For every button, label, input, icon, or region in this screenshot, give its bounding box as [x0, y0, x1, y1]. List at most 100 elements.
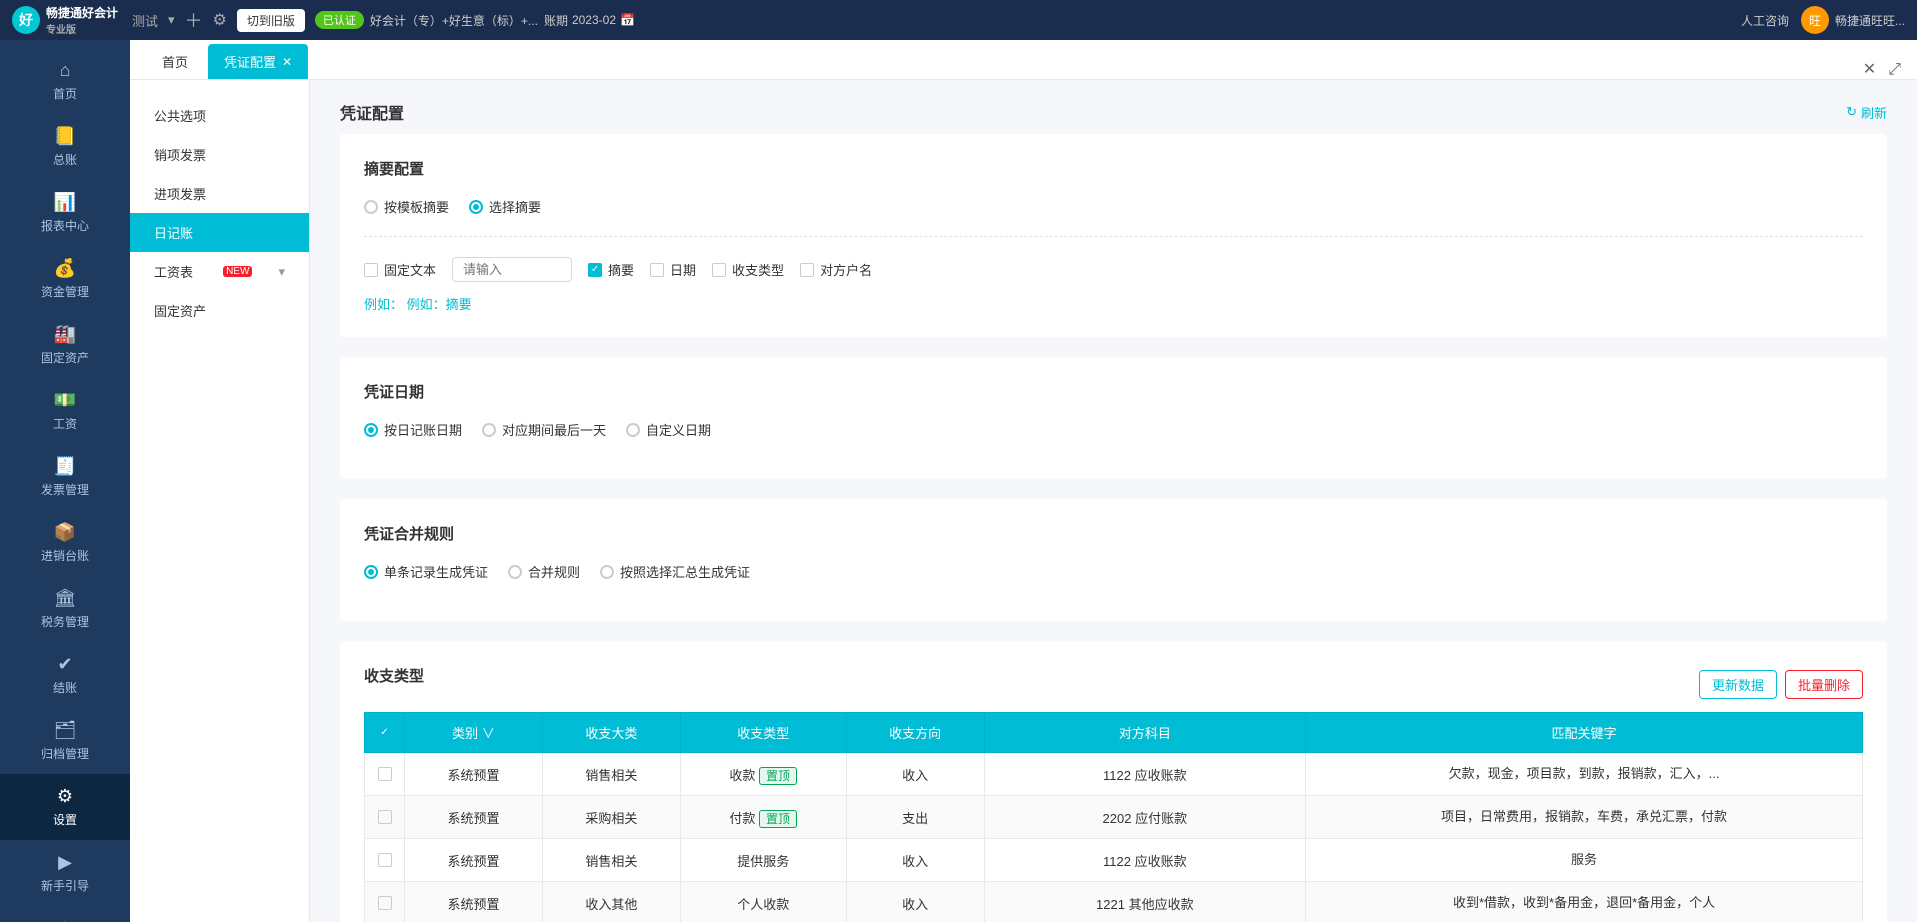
- sidebar-item-ledger[interactable]: 📒 总账: [0, 114, 130, 180]
- radio-journal-date[interactable]: 按日记账日期: [364, 420, 462, 439]
- example-text: 例如： 例如：摘要: [364, 294, 1863, 313]
- row-category: 系统预置: [405, 882, 543, 922]
- tab-close-icon[interactable]: ✕: [282, 55, 292, 69]
- left-nav-journal[interactable]: 日记账: [130, 213, 309, 252]
- add-icon[interactable]: ＋: [185, 7, 203, 33]
- consult-link[interactable]: 人工咨询: [1741, 12, 1789, 29]
- row-checkbox-cell[interactable]: [365, 753, 405, 796]
- row-checkbox[interactable]: [378, 853, 392, 867]
- checkbox-fixed-text[interactable]: 固定文本: [364, 260, 436, 279]
- row-income-type: 提供服务: [680, 839, 846, 882]
- radio-single-record[interactable]: 单条记录生成凭证: [364, 562, 488, 581]
- merge-section: 凭证合并规则 单条记录生成凭证 合并规则 按照选择汇总生成凭证: [340, 499, 1887, 621]
- table-row: 系统预置 收入其他 个人收款 收入 1221 其他应收款 收到*借款，收到*备用…: [365, 882, 1863, 922]
- income-section: 收支类型 更新数据 批量删除 ✓ 类别 ∨: [340, 641, 1887, 922]
- summary-radio-group: 按模板摘要 选择摘要: [364, 197, 1863, 216]
- sidebar-item-guide[interactable]: ▶ 新手引导: [0, 840, 130, 906]
- tab-voucher-config[interactable]: 凭证配置 ✕: [208, 44, 308, 79]
- left-nav-public[interactable]: 公共选项: [130, 96, 309, 135]
- left-nav-fixed-assets[interactable]: 固定资产: [130, 291, 309, 330]
- row-keywords-text: 项目，日常费用，报销款，车费，承兑汇票，付款: [1441, 806, 1727, 825]
- top-badge[interactable]: 置顶: [759, 767, 797, 785]
- th-major-type: 收支大类: [542, 713, 680, 753]
- batch-delete-button[interactable]: 批量删除: [1785, 670, 1863, 699]
- sidebar-item-assets[interactable]: 🏭 固定资产: [0, 312, 130, 378]
- checkbox-summary-box: ✓: [588, 263, 602, 277]
- row-major-type: 销售相关: [542, 839, 680, 882]
- sidebar-item-archive[interactable]: 🗂 归档管理: [0, 708, 130, 774]
- sidebar-item-invoice[interactable]: 🧾 发票管理: [0, 444, 130, 510]
- top-badge[interactable]: 置顶: [759, 810, 797, 828]
- radio-single-record-label: 单条记录生成凭证: [384, 562, 488, 581]
- window-expand-icon[interactable]: ⤢: [1888, 61, 1901, 79]
- left-nav-sale-invoice[interactable]: 销项发票: [130, 135, 309, 174]
- dropdown-arrow-icon[interactable]: ▾: [168, 12, 175, 28]
- sidebar-label-close: 结账: [53, 679, 77, 696]
- close-book-icon: ✔: [57, 654, 72, 675]
- checkbox-counterparty[interactable]: 对方户名: [800, 260, 872, 279]
- sidebar-label-fund: 资金管理: [41, 283, 89, 300]
- radio-merge-rule[interactable]: 合并规则: [508, 562, 580, 581]
- checkbox-date[interactable]: 日期: [650, 260, 696, 279]
- date-title: 凭证日期: [364, 381, 1863, 402]
- page-content: 公共选项 销项发票 进项发票 日记账 工资表 NEW ▾ 固定资产: [130, 80, 1917, 922]
- topbar-right: 人工咨询 旺 畅捷通旺旺...: [1741, 6, 1905, 34]
- left-nav-sale-invoice-label: 销项发票: [154, 145, 206, 164]
- sidebar-item-salary[interactable]: 💵 工资: [0, 378, 130, 444]
- sidebar-item-report[interactable]: 📊 报表中心: [0, 180, 130, 246]
- tab-home-label: 首页: [162, 52, 188, 71]
- row-checkbox[interactable]: [378, 767, 392, 781]
- gear-icon[interactable]: ⚙: [213, 10, 227, 30]
- radio-aggregate[interactable]: 按照选择汇总生成凭证: [600, 562, 750, 581]
- row-keywords: 收到*借款，收到*备用金，退回*备用金，个人: [1306, 882, 1863, 922]
- checkbox-type[interactable]: 收支类型: [712, 260, 784, 279]
- row-checkbox-cell[interactable]: [365, 882, 405, 922]
- tab-home[interactable]: 首页: [146, 44, 204, 79]
- row-checkbox[interactable]: [378, 810, 392, 824]
- window-close-icon[interactable]: ✕: [1863, 59, 1876, 79]
- fixed-text-input[interactable]: [452, 257, 572, 282]
- income-table: ✓ 类别 ∨ 收支大类 收支类型 收支方向 对方科目 匹配关键字: [364, 712, 1863, 922]
- left-nav-purchase-invoice-label: 进项发票: [154, 184, 206, 203]
- radio-custom-date[interactable]: 自定义日期: [626, 420, 711, 439]
- th-income-type: 收支类型: [680, 713, 846, 753]
- sidebar-item-close[interactable]: ✔ 结账: [0, 642, 130, 708]
- header-checkbox[interactable]: ✓: [378, 726, 392, 740]
- left-nav-purchase-invoice[interactable]: 进项发票: [130, 174, 309, 213]
- checkbox-counterparty-label: 对方户名: [820, 260, 872, 279]
- update-data-button[interactable]: 更新数据: [1699, 670, 1777, 699]
- avatar: 旺: [1801, 6, 1829, 34]
- sidebar-item-fund[interactable]: 💰 资金管理: [0, 246, 130, 312]
- switch-version-button[interactable]: 切到旧版: [237, 9, 305, 32]
- merge-radio-group: 单条记录生成凭证 合并规则 按照选择汇总生成凭证: [364, 562, 1863, 581]
- sidebar-label-purchase: 进销台账: [41, 547, 89, 564]
- checkbox-summary[interactable]: ✓ 摘要: [588, 260, 634, 279]
- row-checkbox-cell[interactable]: [365, 839, 405, 882]
- certified-badge: 已认证: [315, 11, 364, 29]
- left-nav-payroll[interactable]: 工资表 NEW ▾: [130, 252, 309, 291]
- calendar-icon[interactable]: 📅: [620, 13, 635, 27]
- radio-period-last-day[interactable]: 对应期间最后一天: [482, 420, 606, 439]
- row-checkbox-cell[interactable]: [365, 796, 405, 839]
- row-checkbox[interactable]: [378, 896, 392, 910]
- sidebar-item-member[interactable]: ★ 畅会员: [0, 906, 130, 922]
- radio-custom-date-circle: [626, 423, 640, 437]
- row-category: 系统预置: [405, 796, 543, 839]
- sidebar-item-purchase[interactable]: 📦 进销台账: [0, 510, 130, 576]
- th-checkbox[interactable]: ✓: [365, 713, 405, 753]
- table-header: ✓ 类别 ∨ 收支大类 收支类型 收支方向 对方科目 匹配关键字: [365, 713, 1863, 753]
- radio-template-summary[interactable]: 按模板摘要: [364, 197, 449, 216]
- logo-text: 畅捷通好会计: [46, 4, 118, 21]
- radio-custom-date-label: 自定义日期: [646, 420, 711, 439]
- radio-select-label: 选择摘要: [489, 197, 541, 216]
- sidebar-item-tax[interactable]: 🏛 税务管理: [0, 576, 130, 642]
- radio-merge-rule-label: 合并规则: [528, 562, 580, 581]
- sidebar-item-home[interactable]: ⌂ 首页: [0, 48, 130, 114]
- username: 畅捷通旺旺...: [1835, 12, 1905, 29]
- radio-select-summary[interactable]: 选择摘要: [469, 197, 541, 216]
- checkbox-date-box: [650, 263, 664, 277]
- refresh-button[interactable]: ↻ 刷新: [1846, 103, 1887, 122]
- user-avatar-area[interactable]: 旺 畅捷通旺旺...: [1801, 6, 1905, 34]
- sidebar-item-settings[interactable]: ⚙ 设置: [0, 774, 130, 840]
- logo-sub: 专业版: [46, 21, 118, 36]
